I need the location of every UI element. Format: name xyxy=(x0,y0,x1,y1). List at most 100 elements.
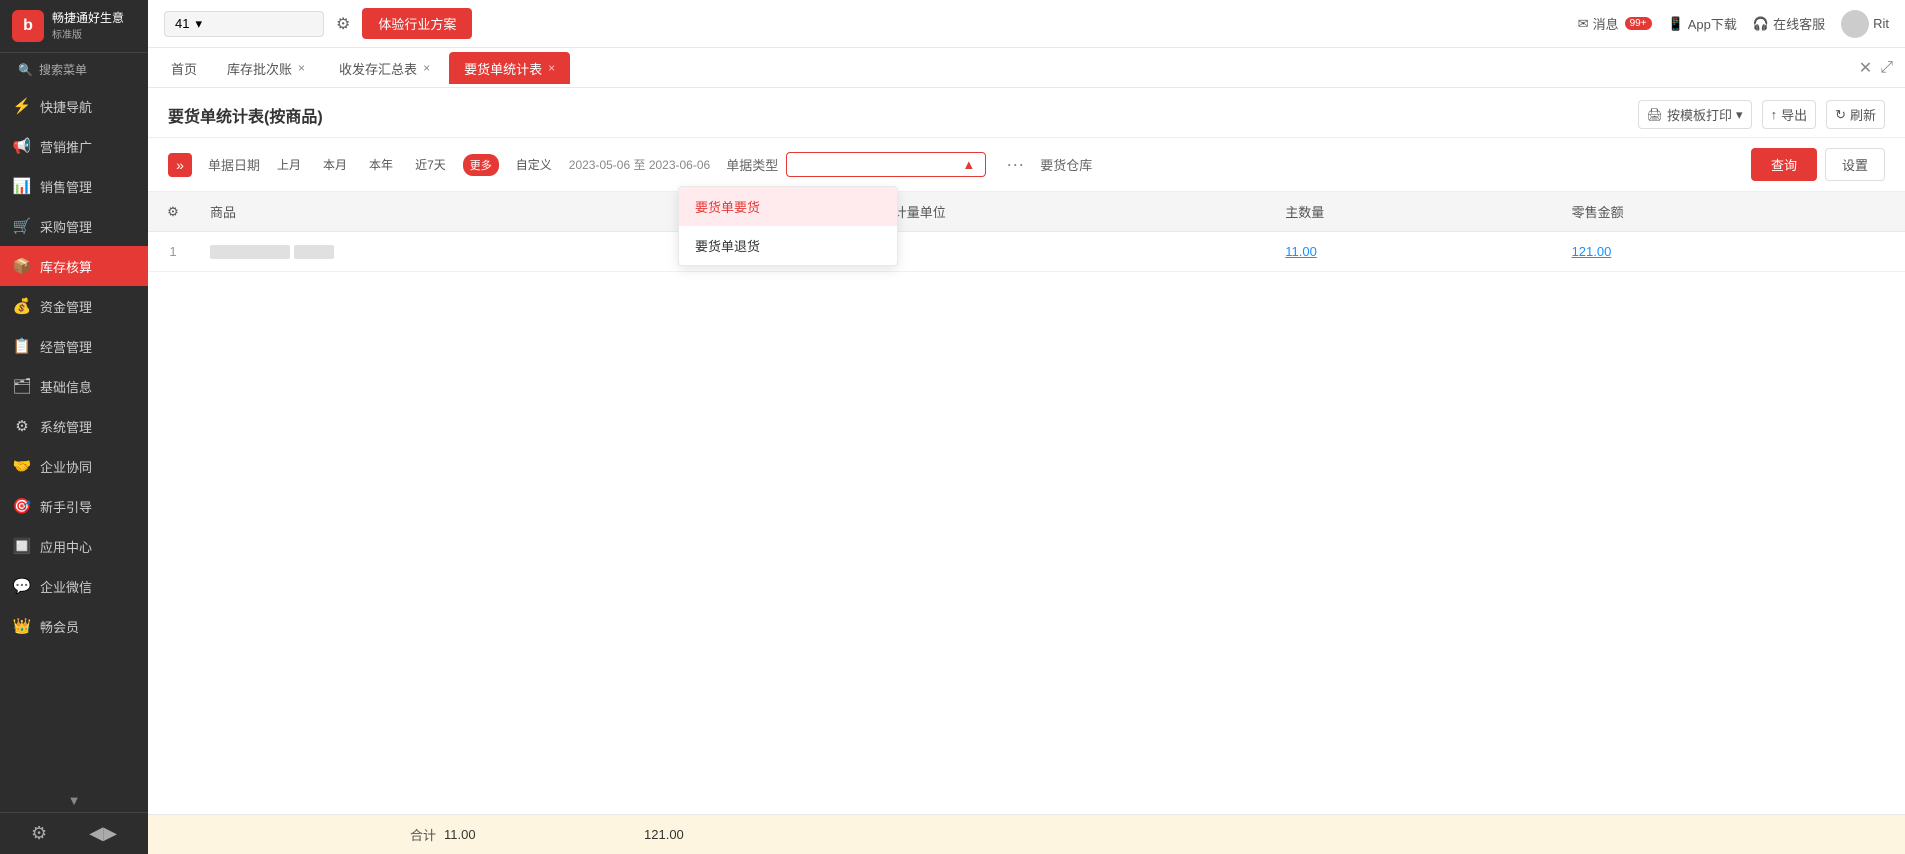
col-header-settings[interactable]: ⚙ xyxy=(148,192,198,232)
tab-batch[interactable]: 库存批次账 × xyxy=(212,52,320,84)
sidebar-icon-finance: 💰 xyxy=(12,296,32,316)
sidebar-label-newbie: 新手引导 xyxy=(40,497,92,516)
export-btn[interactable]: ↑ 导出 xyxy=(1762,100,1817,129)
date-more-btn[interactable]: 更多 xyxy=(463,154,499,176)
print-btn[interactable]: 🖨 按模板打印 ▾ xyxy=(1638,100,1752,129)
page-title: 要货单统计表(按商品) xyxy=(168,103,323,127)
tab-close-batch[interactable]: × xyxy=(298,61,305,75)
app-download-label: App下载 xyxy=(1688,14,1737,33)
sidebar-logo: b 畅捷通好生意 标准版 xyxy=(0,0,148,53)
content-area: 要货单统计表(按商品) 🖨 按模板打印 ▾ ↑ 导出 ↻ 刷新 » xyxy=(148,88,1905,854)
footer-amount: 121.00 xyxy=(644,827,724,842)
sidebar-item-purchase[interactable]: 🛒 采购管理 xyxy=(0,206,148,246)
tab-close-summary[interactable]: × xyxy=(423,61,430,75)
sidebar-label-system: 系统管理 xyxy=(40,417,92,436)
date-range-display: 2023-05-06 至 2023-06-06 xyxy=(569,156,710,173)
printer-icon: 🖨 xyxy=(1647,107,1664,123)
user-avatar[interactable]: Rit xyxy=(1841,10,1889,38)
settings-icon[interactable]: ⚙ xyxy=(31,823,47,844)
sidebar-item-newbie[interactable]: 🎯 新手引导 xyxy=(0,486,148,526)
tab-home[interactable]: 首页 xyxy=(160,52,208,84)
filter-bar: » 单据日期 上月本月本年近7天 更多 自定义 2023-05-06 至 202… xyxy=(148,138,1905,192)
sidebar-search[interactable]: 🔍 搜索菜单 xyxy=(0,53,148,86)
sidebar-item-basic[interactable]: 🗂 基础信息 xyxy=(0,366,148,406)
cell-0-3[interactable]: 11.00 xyxy=(1273,232,1559,272)
sidebar-item-inventory[interactable]: 📦 库存核算 xyxy=(0,246,148,286)
sidebar-item-system[interactable]: ⚙ 系统管理 xyxy=(0,406,148,446)
cell-0-4[interactable]: 121.00 xyxy=(1560,232,1905,272)
sidebar-item-marketing[interactable]: 📢 营销推广 xyxy=(0,126,148,166)
sidebar-icon-quick-nav: ⚡ xyxy=(12,96,32,116)
filter-expand-btn[interactable]: » xyxy=(168,153,192,177)
date-custom-btn[interactable]: 自定义 xyxy=(507,152,561,177)
warehouse-filter-group: 要货仓库 xyxy=(1040,155,1092,174)
sidebar-item-app-center[interactable]: 🔲 应用中心 xyxy=(0,526,148,566)
sidebar-label-finance: 资金管理 xyxy=(40,297,92,316)
tab-summary[interactable]: 收发存汇总表 × xyxy=(324,52,445,84)
sidebar-icon-newbie: 🎯 xyxy=(12,496,32,516)
sidebar-scroll-down[interactable]: ▼ xyxy=(0,789,148,812)
trial-button[interactable]: 体验行业方案 xyxy=(362,8,472,39)
date-shortcut-3[interactable]: 近7天 xyxy=(406,152,455,177)
sidebar-item-enterprise[interactable]: 🤝 企业协同 xyxy=(0,446,148,486)
chevron-down-icon: ▾ xyxy=(1736,107,1743,123)
type-filter-group: 单据类型 ▲ xyxy=(726,152,986,177)
dropdown-item-return[interactable]: 要货单退货 xyxy=(679,226,897,265)
table-body: 1 块11.00121.00 xyxy=(148,232,1905,272)
query-btn[interactable]: 查询 xyxy=(1751,148,1817,181)
sidebar-item-operations[interactable]: 📋 经营管理 xyxy=(0,326,148,366)
messages-label: 消息 xyxy=(1593,14,1619,33)
sidebar-item-wechat[interactable]: 💬 企业微信 xyxy=(0,566,148,606)
type-dropdown: 要货单要货要货单退货 xyxy=(678,186,898,266)
phone-icon: 📱 xyxy=(1668,16,1684,32)
sidebar-label-quick-nav: 快捷导航 xyxy=(40,97,92,116)
sidebar-item-member[interactable]: 👑 畅会员 xyxy=(0,606,148,646)
col-header-amount: 零售金额 xyxy=(1560,192,1905,232)
avatar-image xyxy=(1841,10,1869,38)
type-select[interactable]: ▲ xyxy=(786,152,986,177)
sidebar-label-operations: 经营管理 xyxy=(40,337,92,356)
sidebar: b 畅捷通好生意 标准版 🔍 搜索菜单 ⚡ 快捷导航 📢 营销推广 📊 销售管理… xyxy=(0,0,148,854)
data-table: ⚙商品主计量单位主数量零售金额 1 块11.00121.00 xyxy=(148,192,1905,272)
refresh-btn[interactable]: ↻ 刷新 xyxy=(1826,100,1885,129)
sidebar-item-finance[interactable]: 💰 资金管理 xyxy=(0,286,148,326)
refresh-label: 刷新 xyxy=(1850,105,1876,124)
topbar-gear-icon[interactable]: ⚙ xyxy=(336,14,350,34)
app-download-btn[interactable]: 📱 App下载 xyxy=(1668,14,1737,33)
sidebar-icon-enterprise: 🤝 xyxy=(12,456,32,476)
cell-0-0: 1 xyxy=(148,232,198,272)
tab-close-requisition[interactable]: × xyxy=(548,61,555,75)
footer-label: 合计 xyxy=(160,825,436,844)
chevron-down-icon: ▼ xyxy=(68,793,81,808)
close-all-tabs-btn[interactable]: ✕ xyxy=(1859,58,1872,78)
sidebar-icon-sales: 📊 xyxy=(12,176,32,196)
tab-requisition[interactable]: 要货单统计表 × xyxy=(449,52,570,84)
app-edition: 标准版 xyxy=(52,26,124,41)
col-header-quantity: 主数量 xyxy=(1273,192,1559,232)
expand-window-btn[interactable]: ⤢ xyxy=(1880,59,1893,77)
collapse-icon[interactable]: ◀▶ xyxy=(89,823,117,844)
filter-more-btn[interactable]: ··· xyxy=(1006,154,1024,175)
date-shortcut-2[interactable]: 本年 xyxy=(360,152,402,177)
search-icon: 🔍 xyxy=(18,63,33,77)
sidebar-icon-basic: 🗂 xyxy=(12,376,32,396)
sidebar-item-sales[interactable]: 📊 销售管理 xyxy=(0,166,148,206)
online-service-btn[interactable]: 🎧 在线客服 xyxy=(1753,14,1825,33)
sidebar-icon-inventory: 📦 xyxy=(12,256,32,276)
filter-settings-btn[interactable]: 设置 xyxy=(1825,148,1885,181)
date-filter-label: 单据日期 xyxy=(208,155,260,174)
print-label: 按模板打印 xyxy=(1667,105,1732,124)
refresh-icon: ↻ xyxy=(1835,107,1846,123)
date-shortcut-1[interactable]: 本月 xyxy=(314,152,356,177)
type-filter-label: 单据类型 xyxy=(726,155,778,174)
dropdown-item-requisition[interactable]: 要货单要货 xyxy=(679,187,897,226)
app-name: 畅捷通好生意 xyxy=(52,11,124,27)
tabs-bar: 首页 库存批次账 ×收发存汇总表 ×要货单统计表 × ✕ ⤢ xyxy=(148,48,1905,88)
company-selector[interactable]: 41 ▾ xyxy=(164,11,324,37)
date-shortcut-0[interactable]: 上月 xyxy=(268,152,310,177)
sidebar-item-quick-nav[interactable]: ⚡ 快捷导航 xyxy=(0,86,148,126)
table-footer: 合计 11.00 121.00 xyxy=(148,814,1905,854)
messages-btn[interactable]: ✉ 消息 99+ xyxy=(1578,14,1652,33)
sidebar-nav: ⚡ 快捷导航 📢 营销推广 📊 销售管理 🛒 采购管理 📦 库存核算 💰 资金管… xyxy=(0,86,148,789)
topbar: 41 ▾ ⚙ 体验行业方案 ✉ 消息 99+ 📱 App下载 🎧 在线客服 R xyxy=(148,0,1905,48)
